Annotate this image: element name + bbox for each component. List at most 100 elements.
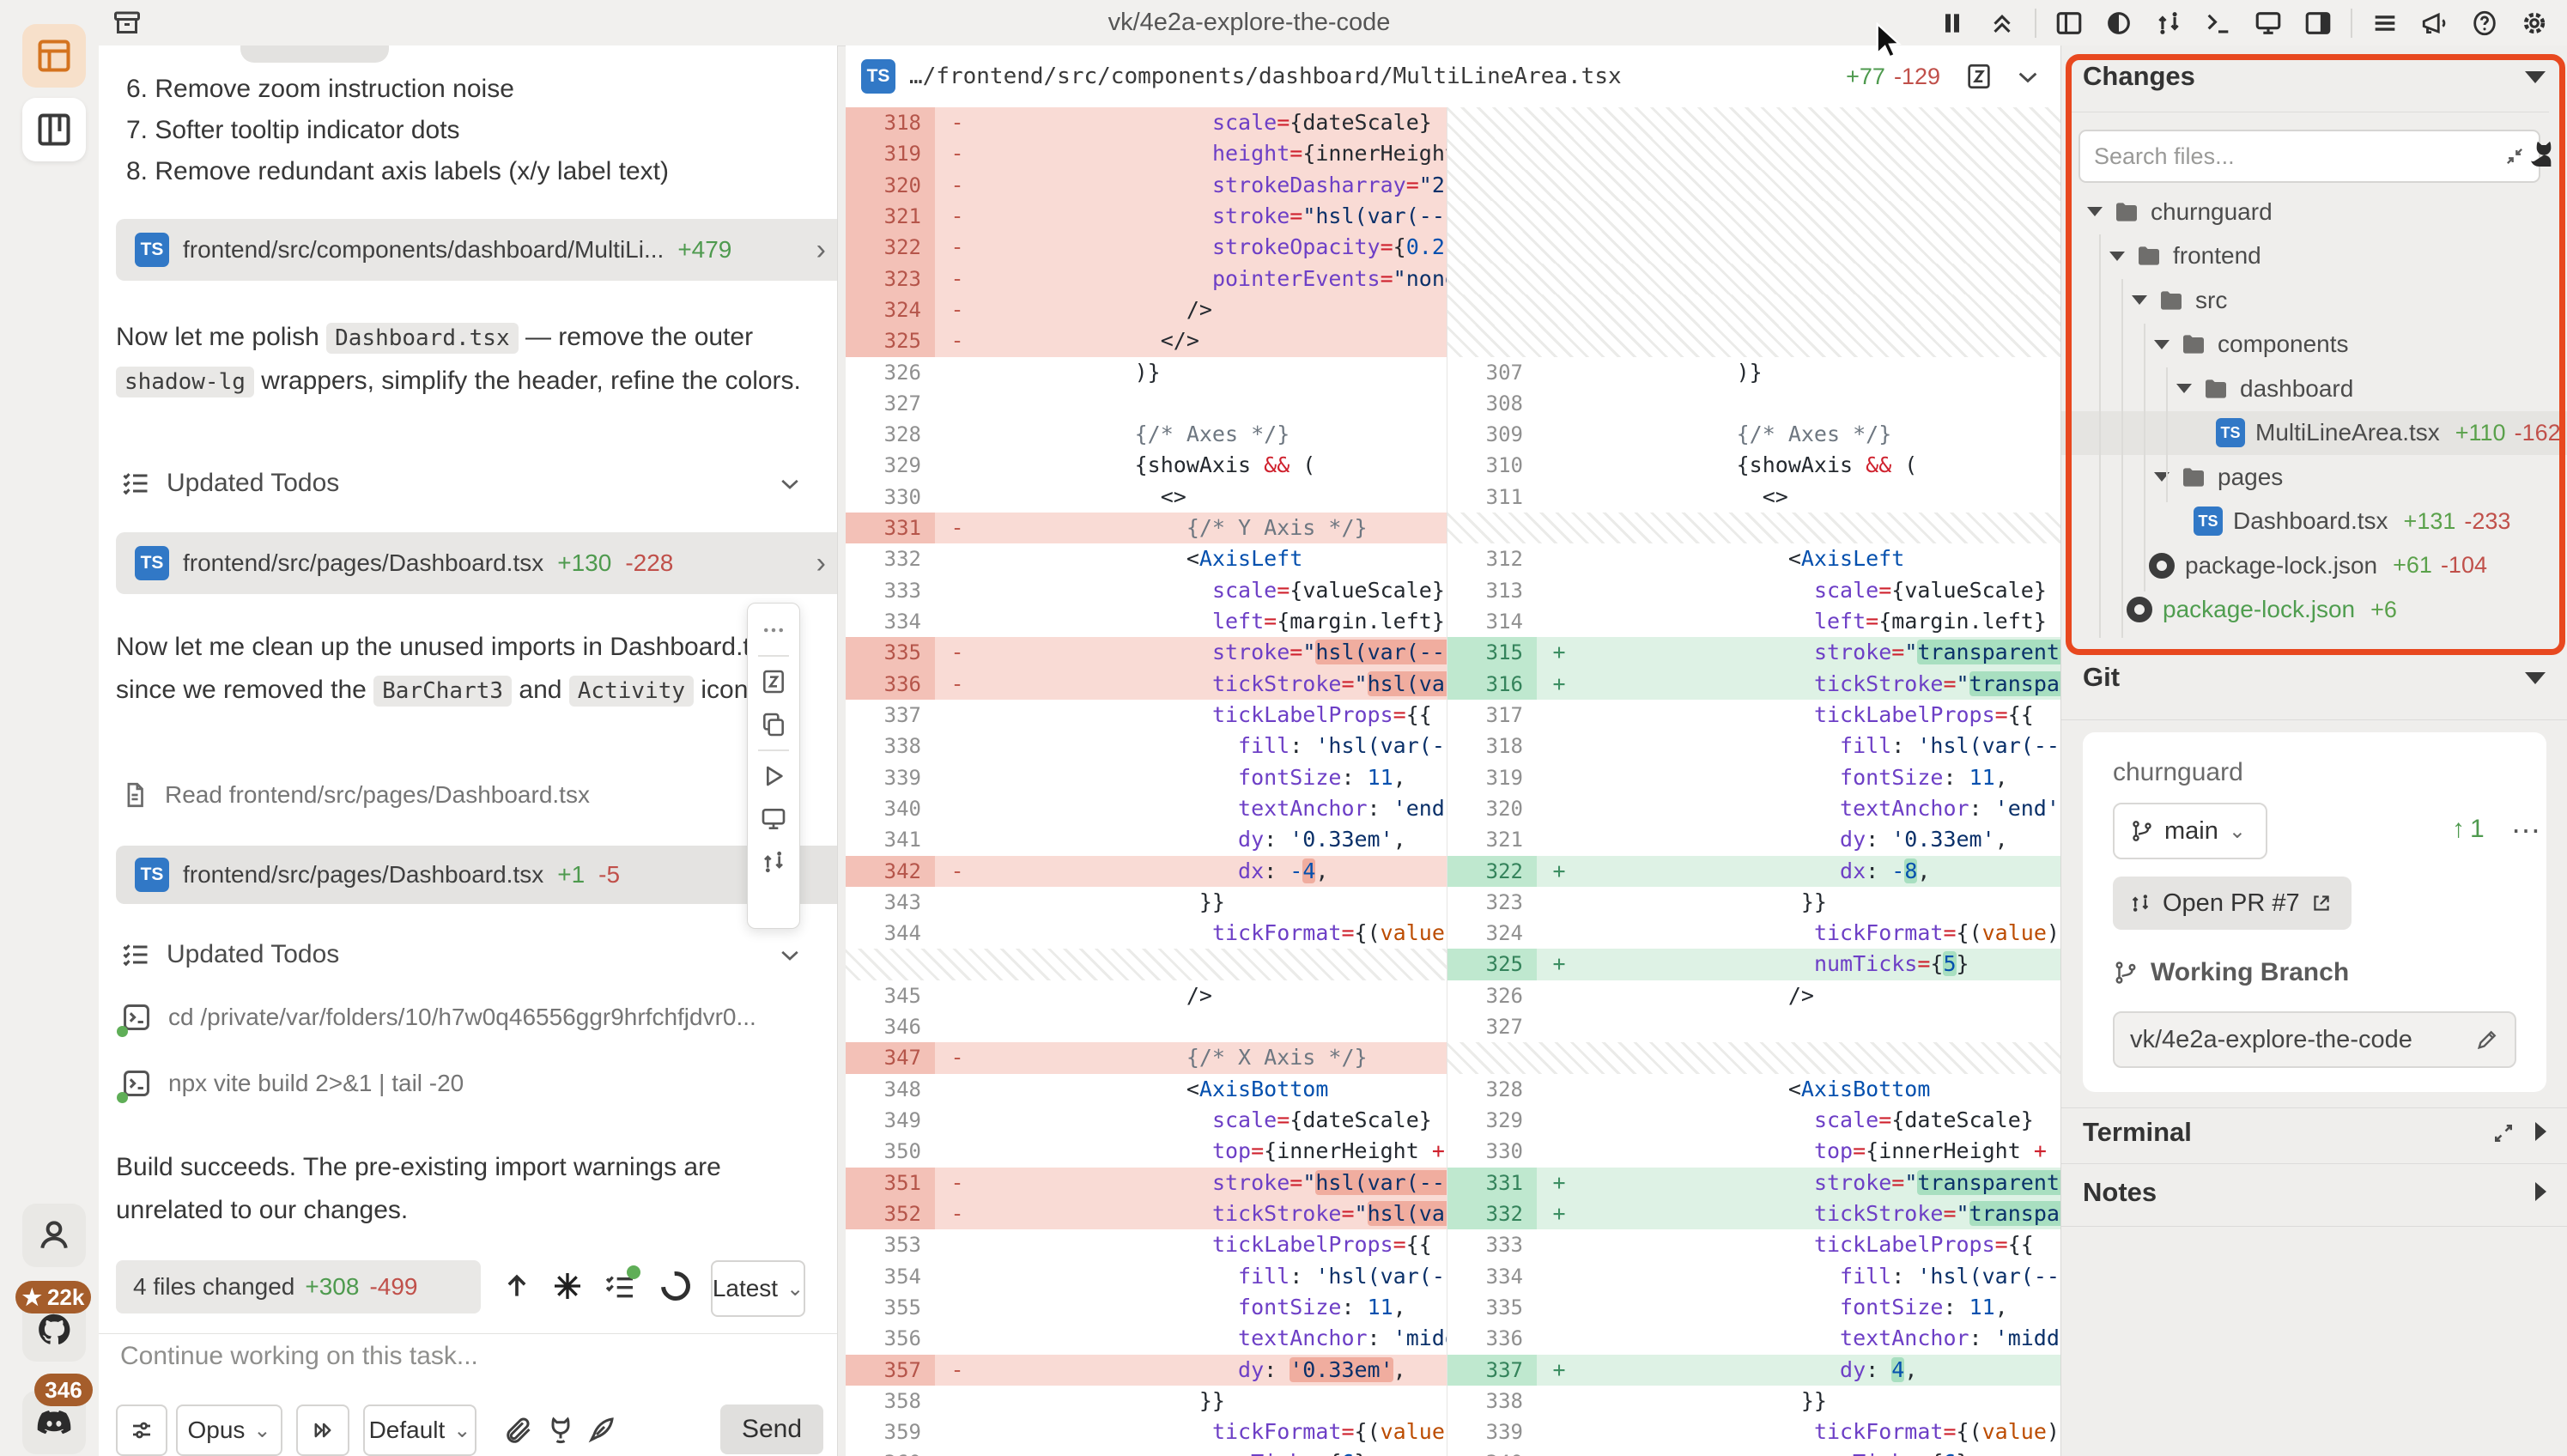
git-more-options[interactable]: … bbox=[2510, 804, 2543, 840]
terminal-command-row[interactable]: cd /private/var/folders/10/h7w0q46556ggr… bbox=[120, 1001, 811, 1034]
diff-line: 327 bbox=[846, 388, 1447, 419]
tree-item-package-lock-json[interactable]: package-lock.json+61-104 bbox=[2061, 543, 2567, 587]
tree-caret-icon[interactable] bbox=[2132, 295, 2147, 305]
task-input[interactable]: Continue working on this task... bbox=[120, 1342, 811, 1371]
diff-view-toggle[interactable] bbox=[1964, 62, 1994, 91]
help-button[interactable] bbox=[2467, 6, 2502, 40]
diff-line: 317 tickLabelProps={{ bbox=[1447, 700, 2060, 731]
file-search[interactable] bbox=[2078, 130, 2540, 183]
diff-line: 327 bbox=[1447, 1011, 2060, 1042]
contrast-button[interactable] bbox=[2102, 6, 2136, 40]
section-caret-right-icon[interactable] bbox=[2535, 1122, 2546, 1141]
command-text: cd /private/var/folders/10/h7w0q46556ggr… bbox=[168, 1004, 756, 1031]
section-caret-right-icon[interactable] bbox=[2535, 1182, 2546, 1201]
tree-item-dashboard[interactable]: dashboard bbox=[2061, 367, 2567, 410]
file-name: package-lock.json bbox=[2185, 552, 2377, 579]
tree-item-multilinearea-tsx[interactable]: TSMultiLineArea.tsx+110-162 bbox=[2061, 411, 2567, 455]
chevron-down-icon: ⌄ bbox=[453, 1418, 470, 1443]
settings-gear-button[interactable] bbox=[2517, 6, 2552, 40]
diff-row: 335- stroke="hsl(var(--bo315+ stroke="tr… bbox=[846, 637, 2060, 668]
terminal-button[interactable] bbox=[2201, 6, 2236, 40]
diff-line: 329 scale={dateScale} bbox=[1447, 1105, 2060, 1136]
open-pr-button[interactable]: Open PR #7 bbox=[2113, 877, 2352, 930]
latest-dropdown[interactable]: Latest⌄ bbox=[711, 1260, 805, 1317]
diff-row: 322- strokeOpacity={0.2} bbox=[846, 232, 2060, 263]
tree-item-dashboard-tsx[interactable]: TSDashboard.tsx+131-233 bbox=[2061, 500, 2567, 543]
tree-item-pages[interactable]: pages bbox=[2061, 455, 2567, 499]
preview-button[interactable] bbox=[755, 801, 792, 837]
diff-editor-button[interactable] bbox=[755, 664, 792, 700]
tree-item-components[interactable]: components bbox=[2061, 323, 2567, 367]
scroll-up-icon[interactable] bbox=[500, 1269, 534, 1303]
diff-line: 346 bbox=[846, 1011, 1447, 1042]
megaphone-button[interactable] bbox=[2418, 6, 2452, 40]
branch-dropdown[interactable]: main ⌄ bbox=[2113, 803, 2267, 859]
more-options-button[interactable] bbox=[755, 612, 792, 648]
cat-watch-icon[interactable] bbox=[2527, 136, 2561, 171]
copy-button[interactable] bbox=[755, 707, 792, 743]
tree-caret-icon[interactable] bbox=[2176, 384, 2192, 393]
tree-item-src[interactable]: src bbox=[2061, 278, 2567, 322]
file-change-chip[interactable]: TS frontend/src/components/dashboard/Mul… bbox=[116, 219, 838, 281]
todos-status-icon[interactable] bbox=[603, 1269, 637, 1303]
collapse-file-button[interactable] bbox=[2014, 63, 2042, 90]
send-button[interactable]: Send bbox=[720, 1404, 823, 1454]
tree-item-frontend[interactable]: frontend bbox=[2061, 234, 2567, 278]
menu-button[interactable] bbox=[2368, 6, 2402, 40]
git-section-title[interactable]: Git bbox=[2083, 662, 2120, 693]
additions-count: +479 bbox=[677, 236, 731, 264]
pause-button[interactable] bbox=[1935, 6, 1969, 40]
panel-left-button[interactable] bbox=[2052, 6, 2086, 40]
terminal-command-row[interactable]: npx vite build 2>&1 | tail -20 bbox=[120, 1067, 811, 1100]
tree-caret-icon[interactable] bbox=[2154, 340, 2170, 349]
additions-count: +77 bbox=[1846, 64, 1885, 90]
monitor-button[interactable] bbox=[2251, 6, 2285, 40]
diff-line: 340 textAnchor: 'end' bbox=[846, 793, 1447, 824]
section-caret-down-icon[interactable] bbox=[2525, 71, 2546, 83]
file-change-chip[interactable]: TS frontend/src/pages/Dashboard.tsx +1 -… bbox=[116, 846, 838, 904]
collapse-tree-icon[interactable] bbox=[2503, 144, 2527, 168]
tree-caret-icon[interactable] bbox=[2109, 252, 2125, 261]
diff-line: 356 textAnchor: 'midd bbox=[846, 1323, 1447, 1354]
updated-todos-row[interactable]: Updated Todos bbox=[120, 939, 803, 970]
signature-button[interactable] bbox=[586, 1414, 617, 1445]
terminal-section-title[interactable]: Terminal bbox=[2083, 1117, 2192, 1148]
notes-section-title[interactable]: Notes bbox=[2083, 1177, 2157, 1208]
chevron-down-icon[interactable] bbox=[777, 470, 803, 496]
section-caret-down-icon[interactable] bbox=[2525, 672, 2546, 684]
git-branch-icon bbox=[2130, 819, 2154, 843]
run-button[interactable] bbox=[755, 758, 792, 794]
settings-sliders-button[interactable] bbox=[116, 1404, 167, 1456]
fast-forward-button[interactable] bbox=[296, 1404, 349, 1456]
tree-caret-icon[interactable] bbox=[2087, 207, 2103, 216]
double-chevron-up-button[interactable] bbox=[1985, 6, 2019, 40]
updated-todos-row[interactable]: Updated Todos bbox=[120, 468, 803, 499]
workspace-tab-active[interactable] bbox=[22, 24, 86, 88]
git-compare-button[interactable] bbox=[2151, 6, 2186, 40]
files-changed-chip[interactable]: 4 files changed +308 -499 bbox=[116, 1260, 481, 1313]
edit-pencil-icon[interactable] bbox=[2475, 1028, 2499, 1052]
chevron-down-icon[interactable] bbox=[777, 942, 803, 968]
kanban-tab[interactable] bbox=[22, 98, 86, 161]
expand-terminal-icon[interactable] bbox=[2491, 1120, 2516, 1146]
diff-row: 343 }}323 }} bbox=[846, 887, 2060, 918]
archive-box-icon[interactable] bbox=[110, 6, 144, 40]
diff-line: 343 }} bbox=[846, 887, 1447, 918]
additions-count: +130 bbox=[557, 549, 611, 577]
burst-icon[interactable] bbox=[550, 1269, 585, 1303]
compare-button[interactable] bbox=[755, 844, 792, 880]
search-input[interactable] bbox=[2092, 143, 2503, 171]
mode-dropdown[interactable]: Default⌄ bbox=[363, 1404, 476, 1456]
panel-right-button[interactable] bbox=[2301, 6, 2335, 40]
tree-item-package-lock-json[interactable]: package-lock.json+6 bbox=[2061, 588, 2567, 632]
tree-item-churnguard[interactable]: churnguard bbox=[2061, 190, 2567, 234]
changes-section-title[interactable]: Changes bbox=[2083, 61, 2195, 92]
attach-button[interactable] bbox=[502, 1414, 533, 1445]
diff-line: 324- /> bbox=[846, 294, 1447, 325]
account-button[interactable] bbox=[22, 1204, 86, 1267]
file-change-chip[interactable]: TS frontend/src/pages/Dashboard.tsx +130… bbox=[116, 532, 838, 594]
model-dropdown[interactable]: Opus⌄ bbox=[176, 1404, 282, 1456]
cat-button[interactable] bbox=[545, 1414, 576, 1445]
read-file-row[interactable]: Read frontend/src/pages/Dashboard.tsx bbox=[120, 780, 811, 810]
working-branch-field[interactable]: vk/4e2a-explore-the-code bbox=[2113, 1011, 2516, 1068]
